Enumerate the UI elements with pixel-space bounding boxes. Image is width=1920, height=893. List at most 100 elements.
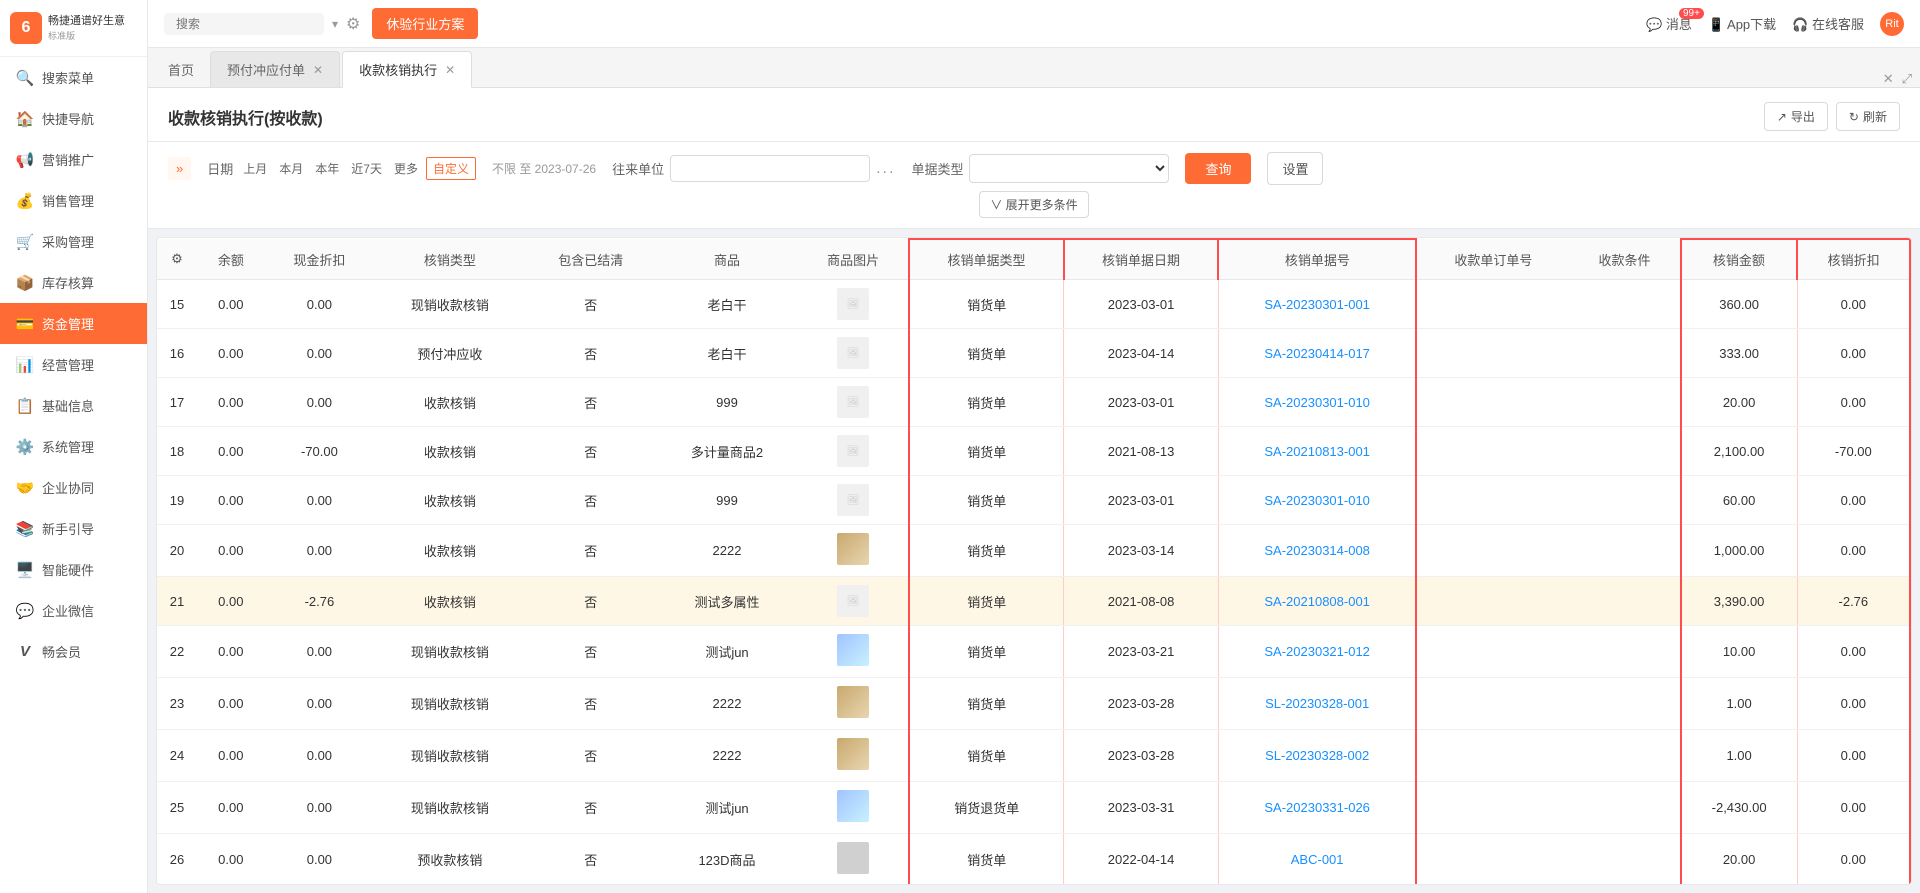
date-btn-more[interactable]: 更多 <box>390 158 422 179</box>
solution-button[interactable]: 休验行业方案 <box>372 8 478 39</box>
bill-no-link[interactable]: SA-20230301-010 <box>1264 493 1370 508</box>
col-settings[interactable]: ⚙ <box>157 239 197 280</box>
bill-no-link[interactable]: SL-20230328-002 <box>1265 748 1369 763</box>
cell-verify-type: 预付冲应收 <box>374 329 525 378</box>
logo-badge: 标准版 <box>48 29 125 42</box>
bill-no-link[interactable]: SA-20230301-001 <box>1264 297 1370 312</box>
cell-cash-discount: 0.00 <box>265 626 375 678</box>
cell-verify-discount: 0.00 <box>1797 378 1910 427</box>
sidebar-item-wechat[interactable]: 💬 企业微信 <box>0 590 147 631</box>
cell-balance: 0.00 <box>197 730 265 782</box>
tab-collection-label: 收款核销执行 <box>359 60 437 79</box>
sidebar-item-basic[interactable]: 📋 基础信息 <box>0 385 147 426</box>
page-header-actions: ↗ 导出 ↻ 刷新 <box>1764 102 1900 131</box>
tab-close-icon[interactable]: ✕ <box>1883 71 1894 87</box>
cell-verify-bill-type: 销货单 <box>909 329 1064 378</box>
sidebar-item-inventory[interactable]: 📦 库存核算 <box>0 262 147 303</box>
cell-verify-type: 收款核销 <box>374 378 525 427</box>
cell-verify-bill-date: 2023-03-28 <box>1064 730 1219 782</box>
cell-verify-discount: -2.76 <box>1797 577 1910 626</box>
tab-advance[interactable]: 预付冲应付单 ✕ <box>210 51 340 87</box>
user-avatar[interactable]: Rit <box>1880 12 1904 36</box>
refresh-icon: ↻ <box>1849 110 1859 124</box>
cell-verify-bill-date: 2023-04-14 <box>1064 329 1219 378</box>
sidebar-item-search[interactable]: 🔍 搜索菜单 <box>0 57 147 98</box>
cell-verify-type: 预收款核销 <box>374 834 525 886</box>
sidebar-item-finance[interactable]: 💳 资金管理 <box>0 303 147 344</box>
product-image: 🖼 <box>837 585 869 617</box>
data-table: ⚙ 余额 现金折扣 核销类型 包含已结清 商品 商品图片 核销单据类型 核销单据… <box>157 238 1911 885</box>
app-download[interactable]: 📱 App下载 <box>1708 14 1776 33</box>
filter-expand-button[interactable]: » <box>168 157 191 180</box>
sidebar-item-system[interactable]: ⚙️ 系统管理 <box>0 426 147 467</box>
cell-receipt-condition <box>1569 577 1680 626</box>
bill-no-link[interactable]: SA-20230321-012 <box>1264 644 1370 659</box>
date-btn-last-month[interactable]: 上月 <box>239 158 271 179</box>
bill-no-link[interactable]: SA-20230314-008 <box>1264 543 1370 558</box>
cell-include-settled: 否 <box>526 577 656 626</box>
cell-product-img <box>798 834 909 886</box>
tab-advance-close[interactable]: ✕ <box>313 63 323 77</box>
sidebar-item-sales[interactable]: 💰 销售管理 <box>0 180 147 221</box>
cell-verify-discount: 0.00 <box>1797 678 1910 730</box>
cell-verify-bill-date: 2023-03-14 <box>1064 525 1219 577</box>
cell-receipt-order-no <box>1416 626 1569 678</box>
tab-collection-close[interactable]: ✕ <box>445 63 455 77</box>
product-image <box>837 533 869 565</box>
filter-row-1: » 日期 上月 本月 本年 近7天 更多 自定义 不限 至 2023-07-26 <box>168 152 1900 185</box>
refresh-button[interactable]: ↻ 刷新 <box>1836 102 1900 131</box>
search-input[interactable] <box>164 13 324 35</box>
setting-button[interactable]: 设置 <box>1267 152 1323 185</box>
cell-product-img <box>798 525 909 577</box>
sidebar-item-hardware[interactable]: 🖥️ 智能硬件 <box>0 549 147 590</box>
cell-verify-amount: 3,390.00 <box>1681 577 1798 626</box>
message-area[interactable]: 💬 消息 99+ <box>1646 14 1692 33</box>
filter-bar: » 日期 上月 本月 本年 近7天 更多 自定义 不限 至 2023-07-26 <box>148 142 1920 229</box>
query-button[interactable]: 查询 <box>1185 153 1251 184</box>
settings-icon[interactable]: ⚙ <box>346 14 360 34</box>
sidebar-item-management[interactable]: 📊 经营管理 <box>0 344 147 385</box>
tab-expand-icon[interactable]: ⤢ <box>1902 71 1912 87</box>
logo-text: 畅捷通谱好生意 <box>48 14 125 28</box>
bill-no-link[interactable]: SA-20230301-010 <box>1264 395 1370 410</box>
date-btn-this-year[interactable]: 本年 <box>311 158 343 179</box>
bill-no-link[interactable]: SA-20210813-001 <box>1264 444 1370 459</box>
expand-more-button[interactable]: ∨ 展开更多条件 <box>979 191 1088 218</box>
sidebar-item-label: 企业协同 <box>42 478 94 497</box>
bill-no-link[interactable]: SA-20230331-026 <box>1264 800 1370 815</box>
date-custom-button[interactable]: 自定义 <box>426 157 476 180</box>
bill-no-link[interactable]: SA-20230414-017 <box>1264 346 1370 361</box>
cell-verify-bill-date: 2021-08-08 <box>1064 577 1219 626</box>
cell-product-img <box>798 626 909 678</box>
cell-product: 2222 <box>656 678 798 730</box>
table-row: 15 0.00 0.00 现销收款核销 否 老白干 🖼 销货单 2023-03-… <box>157 280 1910 329</box>
date-btn-this-month[interactable]: 本月 <box>275 158 307 179</box>
bill-no-link[interactable]: SL-20230328-001 <box>1265 696 1369 711</box>
cell-verify-discount: 0.00 <box>1797 476 1910 525</box>
sidebar-item-member[interactable]: V 畅会员 <box>0 631 147 672</box>
cell-balance: 0.00 <box>197 525 265 577</box>
tab-advance-label: 预付冲应付单 <box>227 60 305 79</box>
cell-receipt-order-no <box>1416 782 1569 834</box>
cell-cash-discount: -70.00 <box>265 427 375 476</box>
sidebar-item-marketing[interactable]: 📢 营销推广 <box>0 139 147 180</box>
cell-cash-discount: 0.00 <box>265 378 375 427</box>
product-image <box>837 842 869 874</box>
message-label: 消息 <box>1666 17 1692 32</box>
partner-more-button[interactable]: ... <box>876 160 895 178</box>
cell-balance: 0.00 <box>197 378 265 427</box>
bill-type-select[interactable] <box>969 154 1169 183</box>
bill-no-link[interactable]: ABC-001 <box>1291 852 1344 867</box>
sidebar-item-quicknav[interactable]: 🏠 快捷导航 <box>0 98 147 139</box>
sidebar-item-purchase[interactable]: 🛒 采购管理 <box>0 221 147 262</box>
tab-collection[interactable]: 收款核销执行 ✕ <box>342 51 472 88</box>
export-button[interactable]: ↗ 导出 <box>1764 102 1828 131</box>
date-btn-7days[interactable]: 近7天 <box>347 158 386 179</box>
bill-no-link[interactable]: SA-20210808-001 <box>1264 594 1370 609</box>
online-service[interactable]: 🎧 在线客服 <box>1792 14 1864 33</box>
filter-date-group: 日期 上月 本月 本年 近7天 更多 自定义 <box>207 157 476 180</box>
sidebar-item-guide[interactable]: 📚 新手引导 <box>0 508 147 549</box>
sidebar-item-enterprise[interactable]: 🤝 企业协同 <box>0 467 147 508</box>
tab-home[interactable]: 首页 <box>152 52 210 87</box>
partner-input[interactable] <box>670 155 870 182</box>
